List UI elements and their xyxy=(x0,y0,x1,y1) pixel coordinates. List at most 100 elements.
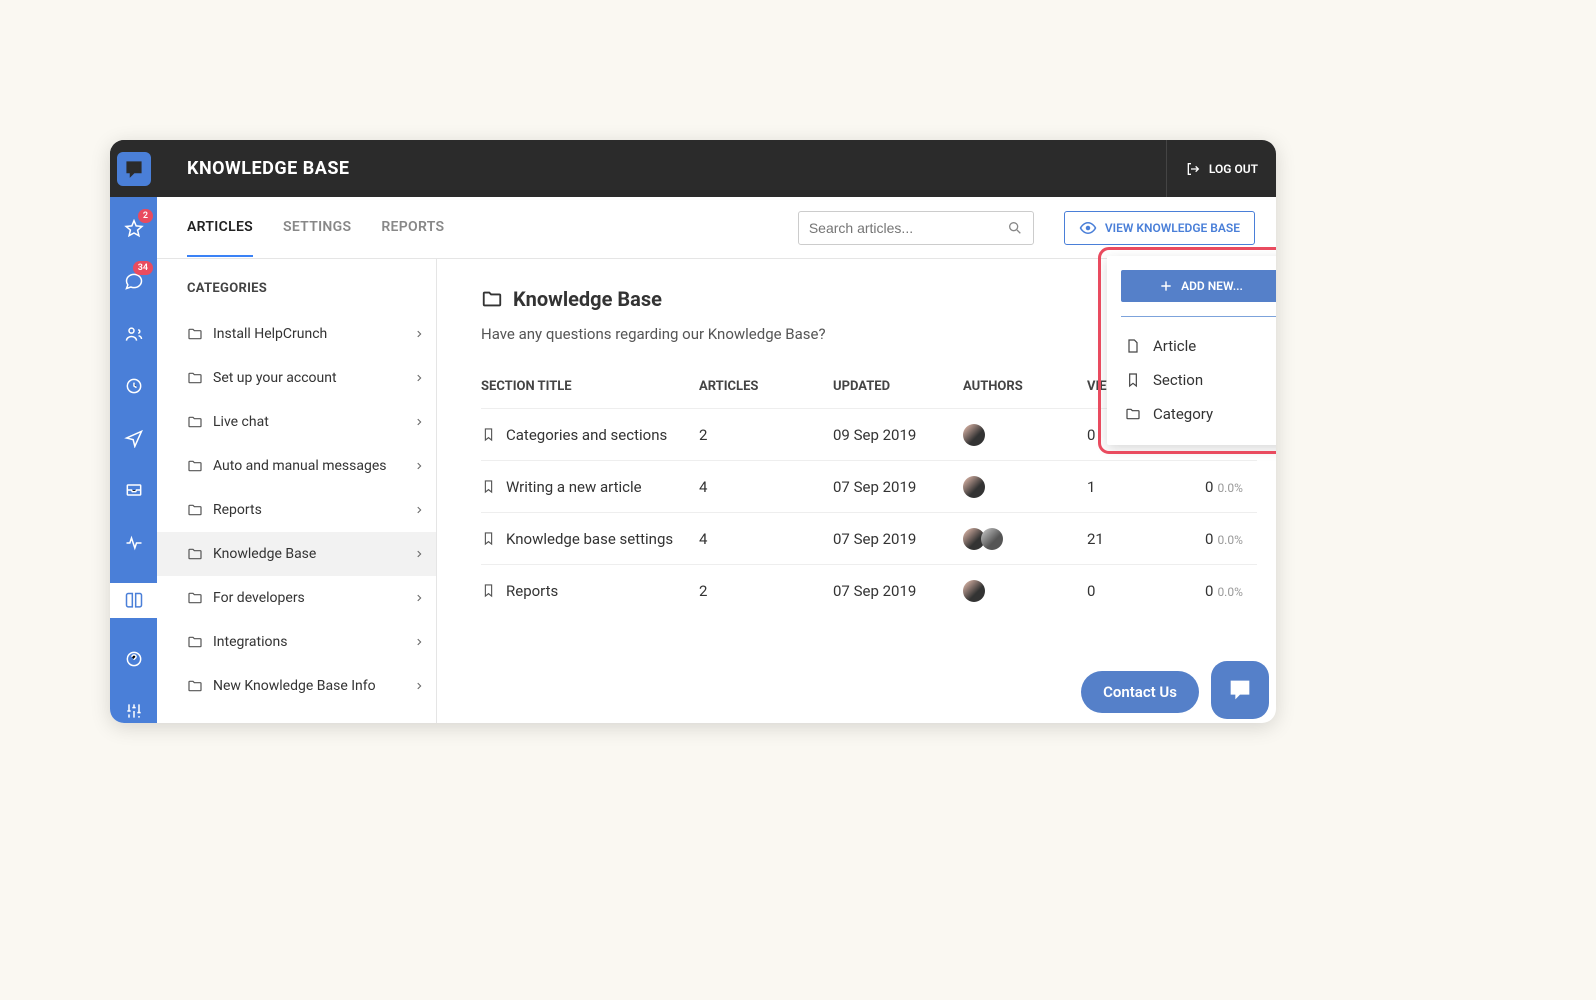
category-item[interactable]: Set up your account xyxy=(187,356,436,400)
row-articles: 2 xyxy=(699,582,833,600)
category-item-label: For developers xyxy=(213,590,305,606)
dropdown-item-section[interactable]: Section xyxy=(1121,363,1276,397)
search-box[interactable] xyxy=(798,211,1034,245)
category-item-label: Auto and manual messages xyxy=(213,458,387,474)
row-viewers: 0 xyxy=(1087,582,1205,600)
add-new-button[interactable]: ADD NEW... xyxy=(1121,270,1276,302)
avatar xyxy=(963,424,985,446)
col-updated: UPDATED xyxy=(833,379,963,394)
main-panel: Knowledge Base Have any questions regard… xyxy=(437,259,1276,723)
folder-icon xyxy=(187,414,203,430)
sidebar-item-help[interactable] xyxy=(110,646,157,670)
category-item-label: Install HelpCrunch xyxy=(213,326,327,342)
add-new-dropdown: ADD NEW... Article Section xyxy=(1107,256,1276,445)
row-updated: 07 Sep 2019 xyxy=(833,478,963,496)
sidebar-item-history[interactable] xyxy=(110,374,157,398)
view-knowledge-base-button[interactable]: VIEW KNOWLEDGE BASE xyxy=(1064,211,1255,245)
pulse-icon xyxy=(124,533,144,553)
sidebar-item-inbox[interactable] xyxy=(110,478,157,502)
dropdown-item-article[interactable]: Article xyxy=(1121,329,1276,363)
row-negative: 0 0.0% xyxy=(1205,530,1257,548)
sidebar-item-knowledge-base[interactable] xyxy=(110,583,157,619)
chevron-right-icon xyxy=(414,373,424,383)
row-title: Writing a new article xyxy=(506,478,642,496)
search-input[interactable] xyxy=(809,220,999,236)
chevron-right-icon xyxy=(414,461,424,471)
category-item[interactable]: New Knowledge Base Info xyxy=(187,664,436,708)
dropdown-item-article-label: Article xyxy=(1153,337,1196,355)
category-item[interactable]: Live chat xyxy=(187,400,436,444)
category-item[interactable]: Auto and manual messages xyxy=(187,444,436,488)
content-pane: ARTICLES SETTINGS REPORTS VIEW KNOWLEDGE… xyxy=(157,197,1276,723)
folder-icon xyxy=(187,546,203,562)
chevron-right-icon xyxy=(414,681,424,691)
sidebar-item-campaigns[interactable] xyxy=(110,426,157,450)
category-item[interactable]: Knowledge Base xyxy=(157,532,436,576)
tabs-bar: ARTICLES SETTINGS REPORTS VIEW KNOWLEDGE… xyxy=(157,197,1276,259)
folder-icon xyxy=(187,634,203,650)
logout-label: LOG OUT xyxy=(1209,162,1258,176)
col-articles: ARTICLES xyxy=(699,379,833,394)
folder-icon xyxy=(481,288,503,310)
star-icon xyxy=(124,219,144,239)
chevron-right-icon xyxy=(414,329,424,339)
folder-icon xyxy=(187,590,203,606)
dropdown-item-category[interactable]: Category xyxy=(1121,397,1276,431)
folder-icon xyxy=(187,678,203,694)
logout-button[interactable]: LOG OUT xyxy=(1166,140,1276,197)
dropdown-item-category-label: Category xyxy=(1153,405,1213,423)
row-title: Categories and sections xyxy=(506,426,667,444)
row-authors xyxy=(963,580,1087,602)
sidebar-item-contacts[interactable] xyxy=(110,322,157,346)
row-articles: 4 xyxy=(699,530,833,548)
tab-reports[interactable]: REPORTS xyxy=(381,199,444,257)
chevron-right-icon xyxy=(414,593,424,603)
chevron-right-icon xyxy=(414,637,424,647)
table-row[interactable]: Knowledge base settings 4 07 Sep 2019 21… xyxy=(481,512,1257,564)
category-item[interactable]: Integrations xyxy=(187,620,436,664)
sidebar-item-conversations[interactable]: 34 xyxy=(110,269,157,293)
row-updated: 07 Sep 2019 xyxy=(833,582,963,600)
row-updated: 09 Sep 2019 xyxy=(833,426,963,444)
logout-icon xyxy=(1185,161,1201,177)
folder-icon xyxy=(187,458,203,474)
bookmark-icon xyxy=(481,531,496,546)
row-title: Reports xyxy=(506,582,558,600)
category-item[interactable]: Reports xyxy=(187,488,436,532)
help-icon xyxy=(124,649,144,669)
category-item[interactable]: For developers xyxy=(187,576,436,620)
document-icon xyxy=(1125,338,1141,354)
category-item[interactable]: Install HelpCrunch xyxy=(187,312,436,356)
table-row[interactable]: Writing a new article 4 07 Sep 2019 1 0 … xyxy=(481,460,1257,512)
tab-articles[interactable]: ARTICLES xyxy=(187,199,253,257)
row-articles: 2 xyxy=(699,426,833,444)
row-authors xyxy=(963,476,1087,498)
chat-widget-button[interactable] xyxy=(1211,661,1269,719)
header: KNOWLEDGE BASE LOG OUT xyxy=(110,140,1276,197)
tab-settings[interactable]: SETTINGS xyxy=(283,199,351,257)
category-item-label: Reports xyxy=(213,502,262,518)
sidebar-item-favorites[interactable]: 2 xyxy=(110,217,157,241)
contact-us-button[interactable]: Contact Us xyxy=(1081,671,1199,713)
table-row[interactable]: Reports 2 07 Sep 2019 0 0 0.0% xyxy=(481,564,1257,616)
search-icon xyxy=(1007,220,1023,236)
conversations-badge: 34 xyxy=(133,261,153,275)
bookmark-icon xyxy=(481,479,496,494)
category-item-label: New Knowledge Base Info xyxy=(213,678,376,694)
book-icon xyxy=(124,591,144,611)
dropdown-item-section-label: Section xyxy=(1153,371,1203,389)
app-logo[interactable] xyxy=(110,140,157,197)
row-negative: 0 0.0% xyxy=(1205,582,1257,600)
category-item-label: Knowledge Base xyxy=(213,546,316,562)
chat-bubble-icon xyxy=(124,159,144,179)
bookmark-icon xyxy=(1125,372,1141,388)
sidebar-nav: 2 34 xyxy=(110,197,157,723)
category-item-label: Integrations xyxy=(213,634,287,650)
add-new-label: ADD NEW... xyxy=(1181,279,1243,293)
main-title-text: Knowledge Base xyxy=(513,287,662,311)
avatar xyxy=(981,528,1003,550)
sidebar-item-activity[interactable] xyxy=(110,531,157,555)
sidebar-item-settings[interactable] xyxy=(110,699,157,723)
row-negative: 0 0.0% xyxy=(1205,478,1257,496)
send-icon xyxy=(124,428,144,448)
